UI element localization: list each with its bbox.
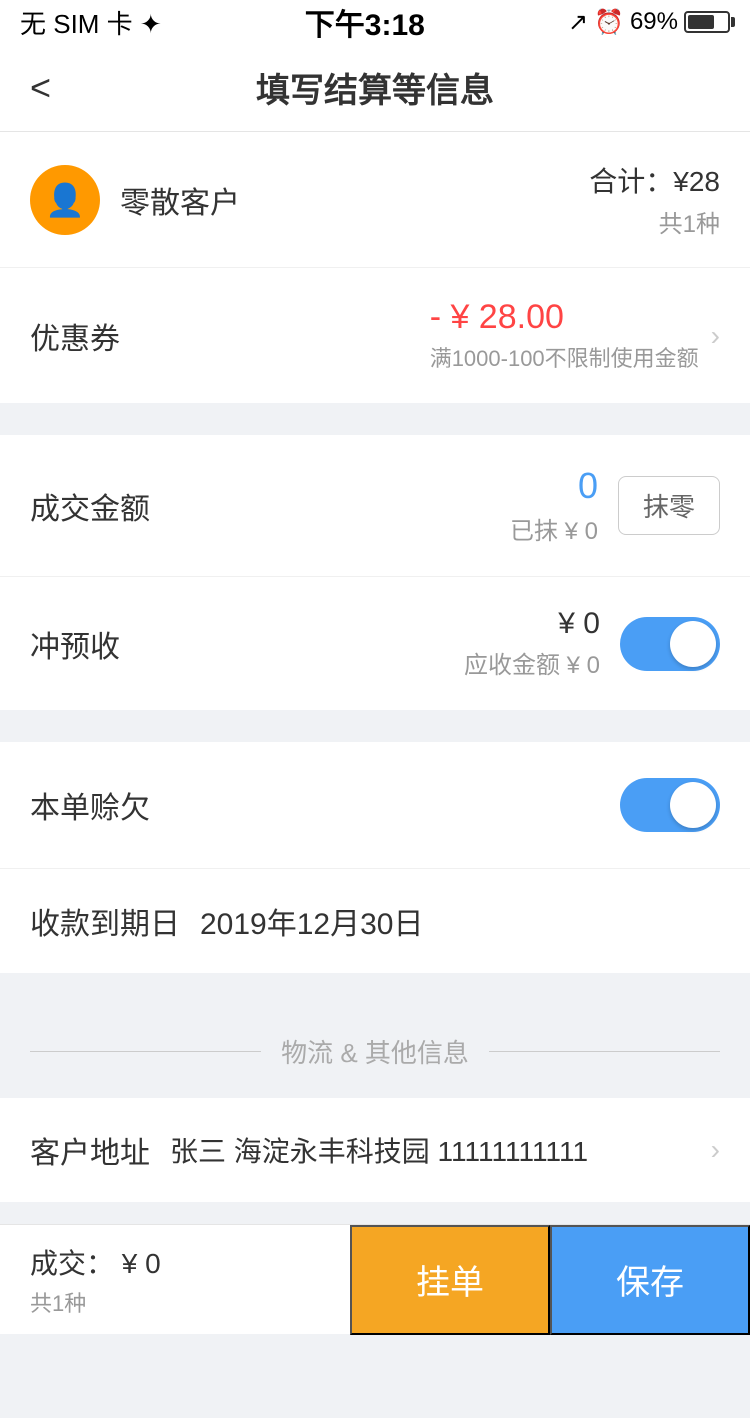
customer-left: 👤 零散客户 [30,165,240,235]
customer-right: 合计：¥28 共1种 [589,160,720,239]
prepaid-right: ¥ 0 应收金额 ¥ 0 [464,607,720,680]
location-icon: ↗ [568,8,588,37]
deal-amount-subtext: 已抹 ¥ 0 [510,511,598,546]
overdue-section: 本单赊欠 收款到期日 2019年12月30日 [0,742,750,973]
bottom-deal: 成交： ¥ 0 [30,1242,320,1282]
divider-line-left [30,1051,261,1052]
overdue-toggle[interactable] [620,778,720,832]
section-divider-3 [0,989,750,1005]
status-bar: 无 SIM 卡 ✦ 下午3:18 ↗ ⏰ 69% [0,0,750,44]
coupon-desc: 满1000-100不限制使用金额 [430,341,699,373]
nav-bar: < 填写结算等信息 [0,44,750,132]
address-label: 客户地址 [30,1128,150,1172]
deal-amount-section: 成交金额 0 已抹 ¥ 0 抹零 冲预收 ¥ 0 应收金额 ¥ 0 [0,435,750,710]
alarm-icon: ⏰ [594,8,624,37]
battery-fill [688,15,714,29]
overdue-row: 本单赊欠 [0,742,750,868]
bottom-deal-amount: ¥ 0 [122,1248,161,1279]
status-left: 无 SIM 卡 ✦ [20,4,162,41]
customer-section: 👤 零散客户 合计：¥28 共1种 优惠券 - ¥ 28.00 满1000-10… [0,132,750,403]
bottom-deal-label: 成交： [30,1248,114,1279]
logistics-label: 物流 & 其他信息 [281,1033,469,1070]
toggle-knob [670,621,716,667]
logistics-divider: 物流 & 其他信息 [0,1005,750,1098]
bottom-left: 成交： ¥ 0 共1种 [0,1242,350,1318]
duedate-value: 2019年12月30日 [200,899,423,943]
no-sim-text: 无 SIM 卡 ✦ [20,4,162,41]
customer-name: 零散客户 [120,178,240,222]
total-count: 共1种 [589,204,720,239]
status-time: 下午3:18 [305,0,425,44]
total-amount: 合计：¥28 [589,160,720,200]
prepaid-toggle[interactable] [620,617,720,671]
bottom-bar: 成交： ¥ 0 共1种 挂单 保存 [0,1224,750,1334]
section-divider-4 [0,1202,750,1218]
deal-amount-label: 成交金额 [30,484,150,528]
coupon-discount: - ¥ 28.00 [430,298,699,337]
prepaid-amount: ¥ 0 [464,607,600,641]
section-divider-2 [0,726,750,742]
prepaid-subtext: 应收金额 ¥ 0 [464,645,600,680]
address-value: 张三 海淀永丰科技园 11111111111 [170,1130,711,1170]
deal-amount-row: 成交金额 0 已抹 ¥ 0 抹零 [0,435,750,577]
pending-button[interactable]: 挂单 [350,1225,550,1335]
page-title: 填写结算等信息 [256,63,494,112]
chevron-right-icon: › [711,320,720,352]
address-chevron-icon: › [711,1134,720,1166]
round-zero-button[interactable]: 抹零 [618,476,720,535]
avatar: 👤 [30,165,100,235]
battery-percent: 69% [630,8,678,36]
back-button[interactable]: < [30,67,51,109]
save-button[interactable]: 保存 [550,1225,750,1335]
prepaid-amount-group: ¥ 0 应收金额 ¥ 0 [464,607,600,680]
duedate-row[interactable]: 收款到期日 2019年12月30日 [0,868,750,973]
bottom-count: 共1种 [30,1286,320,1318]
duedate-label: 收款到期日 [30,899,180,943]
prepaid-row: 冲预收 ¥ 0 应收金额 ¥ 0 [0,577,750,710]
divider-line-right [489,1051,720,1052]
overdue-toggle-knob [670,782,716,828]
section-divider-1 [0,419,750,435]
coupon-label: 优惠券 [30,314,120,358]
amount-group: 0 已抹 ¥ 0 [510,465,598,546]
coupon-right: - ¥ 28.00 满1000-100不限制使用金额 [430,298,699,373]
customer-row: 👤 零散客户 合计：¥28 共1种 [0,132,750,267]
status-right: ↗ ⏰ 69% [568,8,730,37]
address-row[interactable]: 客户地址 张三 海淀永丰科技园 11111111111 › [0,1098,750,1202]
deal-amount-value: 0 [578,465,598,506]
overdue-label: 本单赊欠 [30,783,150,827]
prepaid-label: 冲预收 [30,622,120,666]
deal-amount-right: 0 已抹 ¥ 0 抹零 [510,465,720,546]
battery-icon [684,11,730,33]
coupon-row[interactable]: 优惠券 - ¥ 28.00 满1000-100不限制使用金额 › [0,267,750,403]
